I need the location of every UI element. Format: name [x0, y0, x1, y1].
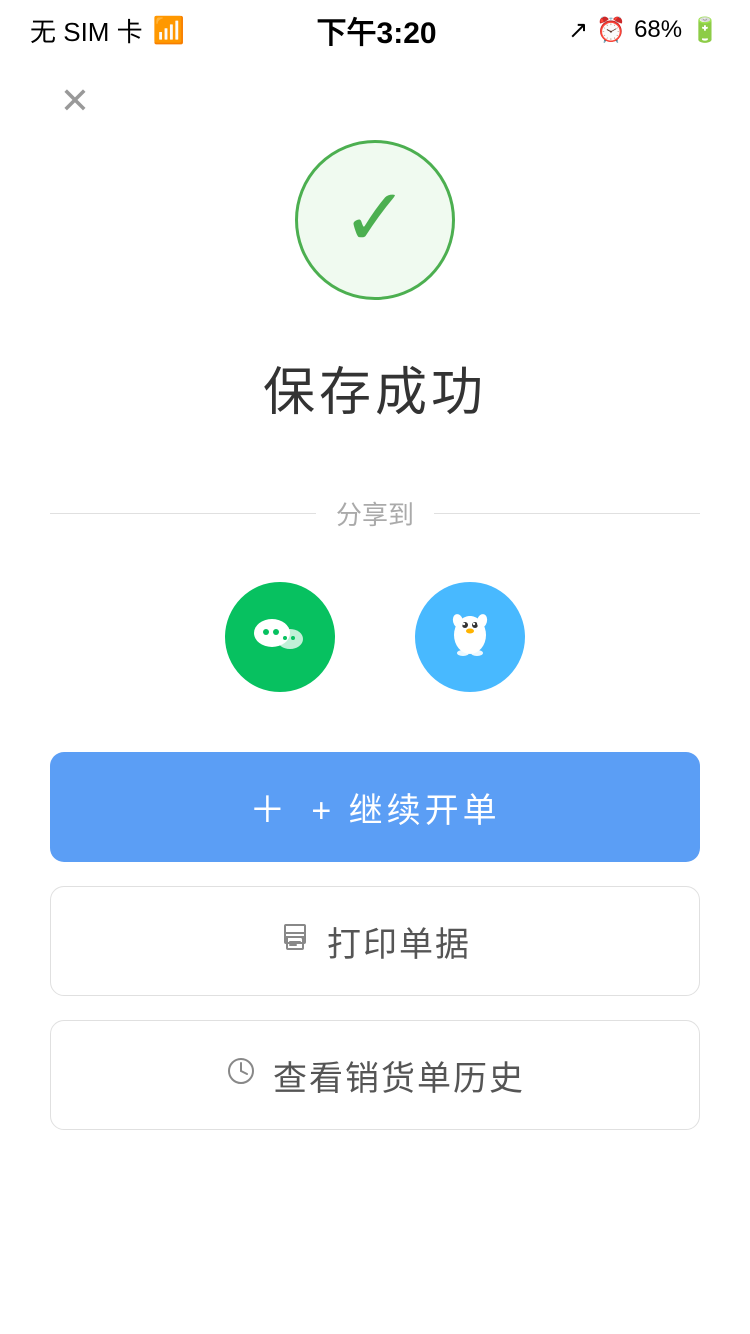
qq-icon	[438, 605, 502, 669]
share-divider: 分享到	[0, 495, 750, 532]
continue-button[interactable]: ＋ + 继续开单	[50, 752, 700, 862]
wechat-share-button[interactable]	[225, 582, 335, 692]
location-icon: ↗	[568, 16, 588, 45]
wechat-icon	[248, 605, 312, 669]
status-left: 无 SIM 卡 📶	[30, 12, 185, 49]
actions-section: ＋ + 继续开单 打印单据	[0, 752, 750, 1130]
continue-label: + 继续开单	[311, 783, 500, 832]
share-label: 分享到	[336, 495, 414, 532]
print-label: 打印单据	[327, 917, 471, 966]
success-circle: ✓	[295, 140, 455, 300]
history-button[interactable]: 查看销货单历史	[50, 1020, 700, 1130]
continue-icon: ＋	[249, 781, 287, 833]
checkmark-icon: ✓	[341, 178, 408, 258]
alarm-icon: ⏰	[596, 16, 626, 45]
close-button[interactable]: ✕	[50, 76, 100, 126]
divider-line-left	[50, 513, 316, 514]
battery-icon: 🔋	[690, 16, 720, 45]
status-right: ↗ ⏰ 68% 🔋	[568, 16, 720, 45]
status-time: 下午3:20	[317, 8, 437, 52]
share-icons	[225, 582, 525, 692]
success-title: 保存成功	[263, 350, 487, 425]
print-icon	[279, 921, 311, 961]
close-icon: ✕	[60, 83, 90, 119]
print-button[interactable]: 打印单据	[50, 886, 700, 996]
status-bar: 无 SIM 卡 📶 下午3:20 ↗ ⏰ 68% 🔋	[0, 0, 750, 60]
share-section: 分享到	[0, 495, 750, 692]
wifi-icon: 📶	[153, 15, 185, 46]
history-label: 查看销货单历史	[273, 1051, 525, 1100]
qq-share-button[interactable]	[415, 582, 525, 692]
battery-label: 68%	[634, 16, 682, 44]
history-icon	[225, 1055, 257, 1095]
no-sim-label: 无 SIM 卡	[30, 12, 143, 49]
divider-line-right	[434, 513, 700, 514]
main-content: ✓ 保存成功 分享到	[0, 60, 750, 1130]
